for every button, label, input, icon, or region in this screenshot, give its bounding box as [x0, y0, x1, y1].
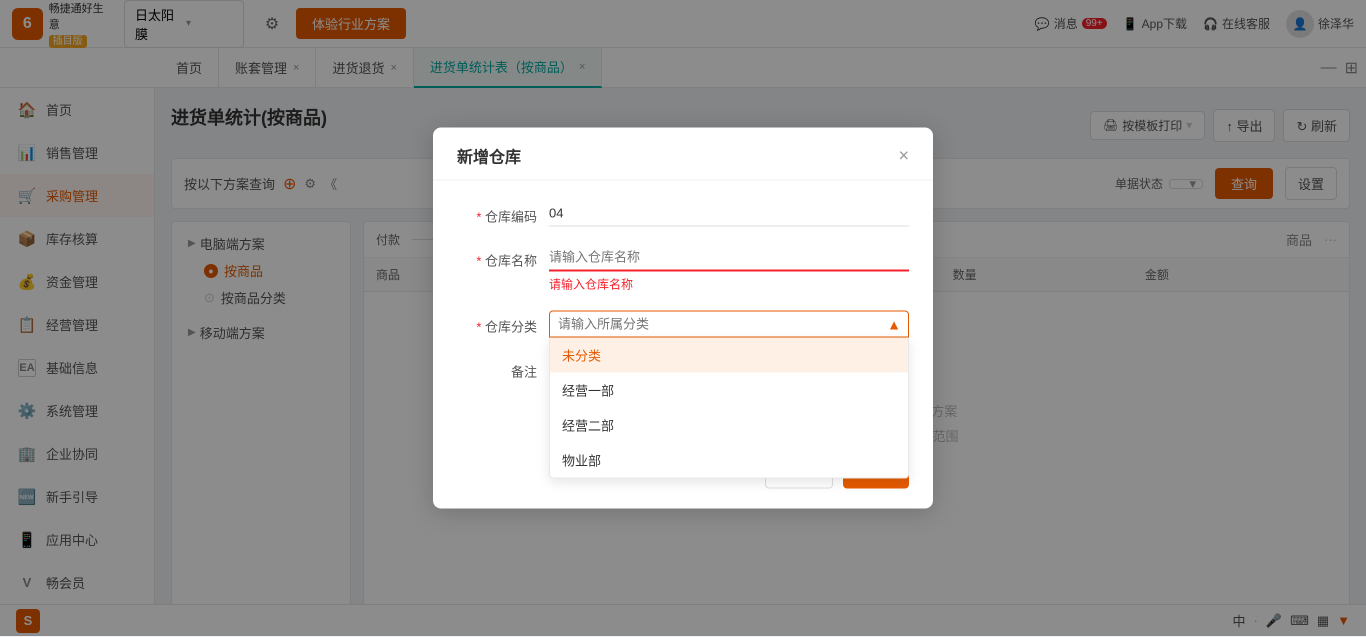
warehouse-code-input[interactable]: [549, 201, 909, 227]
category-dropdown-list: 未分类 经营一部 经营二部 物业部: [549, 338, 909, 479]
warehouse-category-row: 仓库分类 ▲ 未分类 经营一部 经营二部 物业部: [457, 311, 909, 338]
warehouse-name-input[interactable]: [549, 245, 909, 272]
add-warehouse-modal: 新增仓库 × 仓库编码 仓库名称 请输入仓库名称 仓库分类 ▲ 未分类: [433, 128, 933, 509]
modal-header: 新增仓库 ×: [433, 128, 933, 181]
warehouse-name-row: 仓库名称 请输入仓库名称: [457, 245, 909, 293]
remarks-label: 备注: [457, 356, 537, 381]
warehouse-name-error: 请输入仓库名称: [549, 276, 909, 293]
warehouse-name-label: 仓库名称: [457, 245, 537, 270]
modal-close-button[interactable]: ×: [898, 145, 909, 166]
warehouse-category-input[interactable]: [549, 311, 909, 338]
warehouse-category-field: ▲ 未分类 经营一部 经营二部 物业部: [549, 311, 909, 338]
warehouse-category-label: 仓库分类: [457, 311, 537, 336]
dropdown-item-ops1[interactable]: 经营一部: [550, 373, 908, 408]
warehouse-code-row: 仓库编码: [457, 201, 909, 227]
dropdown-item-uncategorized[interactable]: 未分类: [550, 338, 908, 373]
modal-title: 新增仓库: [457, 144, 521, 168]
chevron-up-icon: ▲: [887, 316, 901, 332]
warehouse-code-label: 仓库编码: [457, 201, 537, 226]
warehouse-code-field: [549, 201, 909, 227]
modal-body: 仓库编码 仓库名称 请输入仓库名称 仓库分类 ▲ 未分类 经营一部 经营二部: [433, 181, 933, 454]
warehouse-name-field: 请输入仓库名称: [549, 245, 909, 293]
dropdown-item-property[interactable]: 物业部: [550, 443, 908, 478]
dropdown-item-ops2[interactable]: 经营二部: [550, 408, 908, 443]
